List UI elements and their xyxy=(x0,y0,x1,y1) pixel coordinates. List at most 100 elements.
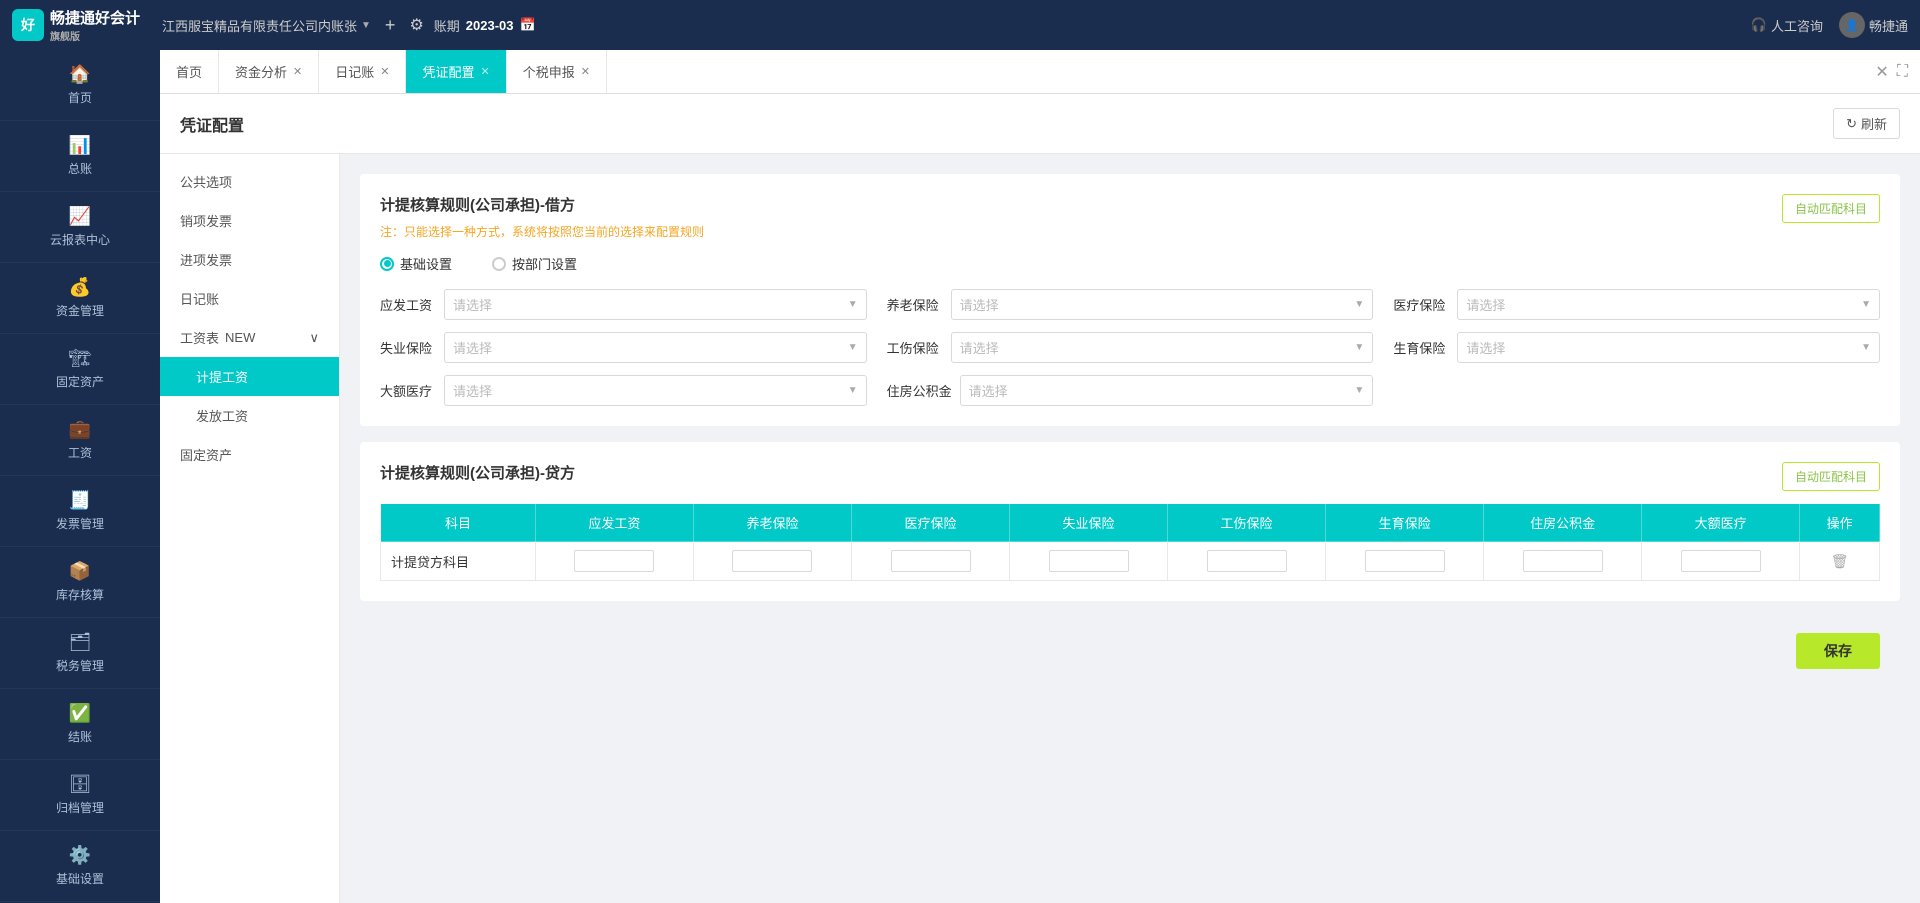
cell-large-medical-input[interactable] xyxy=(1642,542,1800,581)
cell-maternity-input[interactable] xyxy=(1326,542,1484,581)
sidebar-label-home: 首页 xyxy=(68,89,92,106)
payroll-group-arrow: ∨ xyxy=(309,330,319,346)
input-medical[interactable] xyxy=(891,550,971,572)
top-bar: 好 畅捷通好会计 旗舰版 江西服宝精品有限责任公司内账张 ▼ + ⚙ 账期 20… xyxy=(0,0,1920,50)
company-arrow-icon: ▼ xyxy=(361,20,371,31)
menu-item-payroll-group[interactable]: 工资表 NEW ∨ xyxy=(160,318,339,357)
add-tab-button[interactable]: + xyxy=(381,15,400,36)
user-name: 畅捷通 xyxy=(1869,16,1908,35)
radio-basic-label: 基础设置 xyxy=(400,254,452,273)
select-unemployment[interactable]: 请选择 ▼ xyxy=(444,332,867,363)
debit-auto-match-button[interactable]: 自动匹配科目 xyxy=(1782,194,1880,223)
sidebar-item-invoice[interactable]: 🧾 发票管理 xyxy=(0,476,160,547)
menu-item-journal[interactable]: 日记账 xyxy=(160,279,339,318)
tab-funds-close[interactable]: ✕ xyxy=(293,65,302,78)
tab-tax[interactable]: 个税申报 ✕ xyxy=(507,50,607,93)
debit-section-note: 注：只能选择一种方式，系统将按照您当前的选择来配置规则 xyxy=(380,223,704,240)
sidebar-item-payroll[interactable]: 💼 工资 xyxy=(0,405,160,476)
calendar-icon[interactable]: 📅 xyxy=(520,17,536,33)
page-title: 凭证配置 xyxy=(180,112,244,136)
input-gross[interactable] xyxy=(574,550,654,572)
cell-delete[interactable]: 🗑 xyxy=(1800,542,1880,581)
inventory-icon: 📦 xyxy=(69,561,91,582)
select-work-injury[interactable]: 请选择 ▼ xyxy=(951,332,1374,363)
select-gross-salary[interactable]: 请选择 ▼ xyxy=(444,289,867,320)
menu-item-pay-payroll[interactable]: 发放工资 xyxy=(160,396,339,435)
save-button[interactable]: 保存 xyxy=(1796,633,1880,669)
company-selector[interactable]: 江西服宝精品有限责任公司内账张 ▼ xyxy=(162,16,371,35)
tab-tax-close[interactable]: ✕ xyxy=(581,65,590,78)
menu-item-accrue-payroll[interactable]: 计提工资 xyxy=(160,357,339,396)
radio-group: 基础设置 按部门设置 xyxy=(380,254,1880,273)
select-medical-arrow: ▼ xyxy=(1861,299,1871,310)
credit-auto-match-button[interactable]: 自动匹配科目 xyxy=(1782,462,1880,491)
sidebar-label-assets: 固定资产 xyxy=(56,373,104,390)
input-work-injury[interactable] xyxy=(1207,550,1287,572)
sidebar-item-funds[interactable]: 💰 资金管理 xyxy=(0,263,160,334)
tab-journal-close[interactable]: ✕ xyxy=(380,65,389,78)
debit-form-grid: 应发工资 请选择 ▼ 养老保险 请选择 ▼ xyxy=(380,289,1880,406)
select-housing-fund[interactable]: 请选择 ▼ xyxy=(960,375,1374,406)
select-large-medical[interactable]: 请选择 ▼ xyxy=(444,375,867,406)
label-maternity: 生育保险 xyxy=(1393,338,1449,357)
delete-row-icon[interactable]: 🗑 xyxy=(1831,553,1849,569)
tab-journal[interactable]: 日记账 ✕ xyxy=(319,50,406,93)
menu-item-sales-invoice[interactable]: 销项发票 xyxy=(160,201,339,240)
field-maternity: 生育保险 请选择 ▼ xyxy=(1393,332,1880,363)
credit-table: 科目 应发工资 养老保险 医疗保险 失业保险 工伤保险 生育保险 住房公积金 大… xyxy=(380,503,1880,581)
headset-icon: 🎧 xyxy=(1751,17,1767,33)
service-button[interactable]: 🎧 人工咨询 xyxy=(1751,16,1823,35)
sidebar-item-ledger[interactable]: 📊 总账 xyxy=(0,121,160,192)
col-housing: 住房公积金 xyxy=(1484,504,1642,542)
select-pension[interactable]: 请选择 ▼ xyxy=(951,289,1374,320)
tab-home[interactable]: 首页 xyxy=(160,50,219,93)
menu-item-purchase-invoice[interactable]: 进项发票 xyxy=(160,240,339,279)
sidebar-item-inventory[interactable]: 📦 库存核算 xyxy=(0,547,160,618)
input-maternity[interactable] xyxy=(1365,550,1445,572)
user-menu[interactable]: 👤 畅捷通 xyxy=(1839,12,1908,38)
tab-voucher-close[interactable]: ✕ xyxy=(481,65,490,78)
sidebar-item-reports[interactable]: 📈 云报表中心 xyxy=(0,192,160,263)
refresh-label: 刷新 xyxy=(1861,114,1887,133)
cell-unemployment-input[interactable] xyxy=(1010,542,1168,581)
cell-work-injury-input[interactable] xyxy=(1168,542,1326,581)
input-large-medical[interactable] xyxy=(1681,550,1761,572)
sidebar-item-close[interactable]: ✅ 结账 xyxy=(0,689,160,760)
refresh-button[interactable]: ↻ 刷新 xyxy=(1833,108,1900,139)
cell-gross-input[interactable] xyxy=(535,542,693,581)
select-maternity-placeholder: 请选择 xyxy=(1466,338,1505,357)
sidebar-item-tax[interactable]: 🗂 税务管理 xyxy=(0,618,160,689)
select-maternity-arrow: ▼ xyxy=(1861,342,1871,353)
tab-close-all-icon[interactable]: ✕ xyxy=(1875,62,1888,82)
sidebar-item-assets[interactable]: 🏗 固定资产 xyxy=(0,334,160,405)
sidebar-item-settings[interactable]: ⚙️ 基础设置 xyxy=(0,831,160,902)
field-housing-fund: 住房公积金 请选择 ▼ xyxy=(887,375,1374,406)
tab-funds[interactable]: 资金分析 ✕ xyxy=(219,50,319,93)
cell-medical-input[interactable] xyxy=(851,542,1009,581)
menu-item-fixed-assets[interactable]: 固定资产 xyxy=(160,435,339,474)
tax-icon: 🗂 xyxy=(69,632,92,653)
sidebar-label-reports: 云报表中心 xyxy=(50,231,110,248)
select-maternity[interactable]: 请选择 ▼ xyxy=(1457,332,1880,363)
input-unemployment[interactable] xyxy=(1049,550,1129,572)
tab-expand-icon[interactable]: ⛶ xyxy=(1897,63,1908,81)
sidebar-item-archive[interactable]: 🗄 归档管理 xyxy=(0,760,160,831)
cell-pension-input[interactable] xyxy=(693,542,851,581)
menu-item-public[interactable]: 公共选项 xyxy=(160,162,339,201)
radio-dept[interactable]: 按部门设置 xyxy=(492,254,577,273)
menu-label-payroll-group: 工资表 xyxy=(180,328,219,347)
input-housing[interactable] xyxy=(1523,550,1603,572)
select-medical[interactable]: 请选择 ▼ xyxy=(1457,289,1880,320)
cell-subject-label: 计提贷方科目 xyxy=(381,542,536,581)
tab-voucher[interactable]: 凭证配置 ✕ xyxy=(406,50,506,93)
settings-icon[interactable]: ⚙ xyxy=(409,15,423,35)
cell-housing-input[interactable] xyxy=(1484,542,1642,581)
sidebar-label-tax: 税务管理 xyxy=(56,657,104,674)
radio-basic[interactable]: 基础设置 xyxy=(380,254,452,273)
menu-label-accrue: 计提工资 xyxy=(196,367,248,386)
label-pension: 养老保险 xyxy=(887,295,943,314)
sidebar-item-home[interactable]: 🏠 首页 xyxy=(0,50,160,121)
input-pension[interactable] xyxy=(732,550,812,572)
select-pension-placeholder: 请选择 xyxy=(960,295,999,314)
col-gross: 应发工资 xyxy=(535,504,693,542)
